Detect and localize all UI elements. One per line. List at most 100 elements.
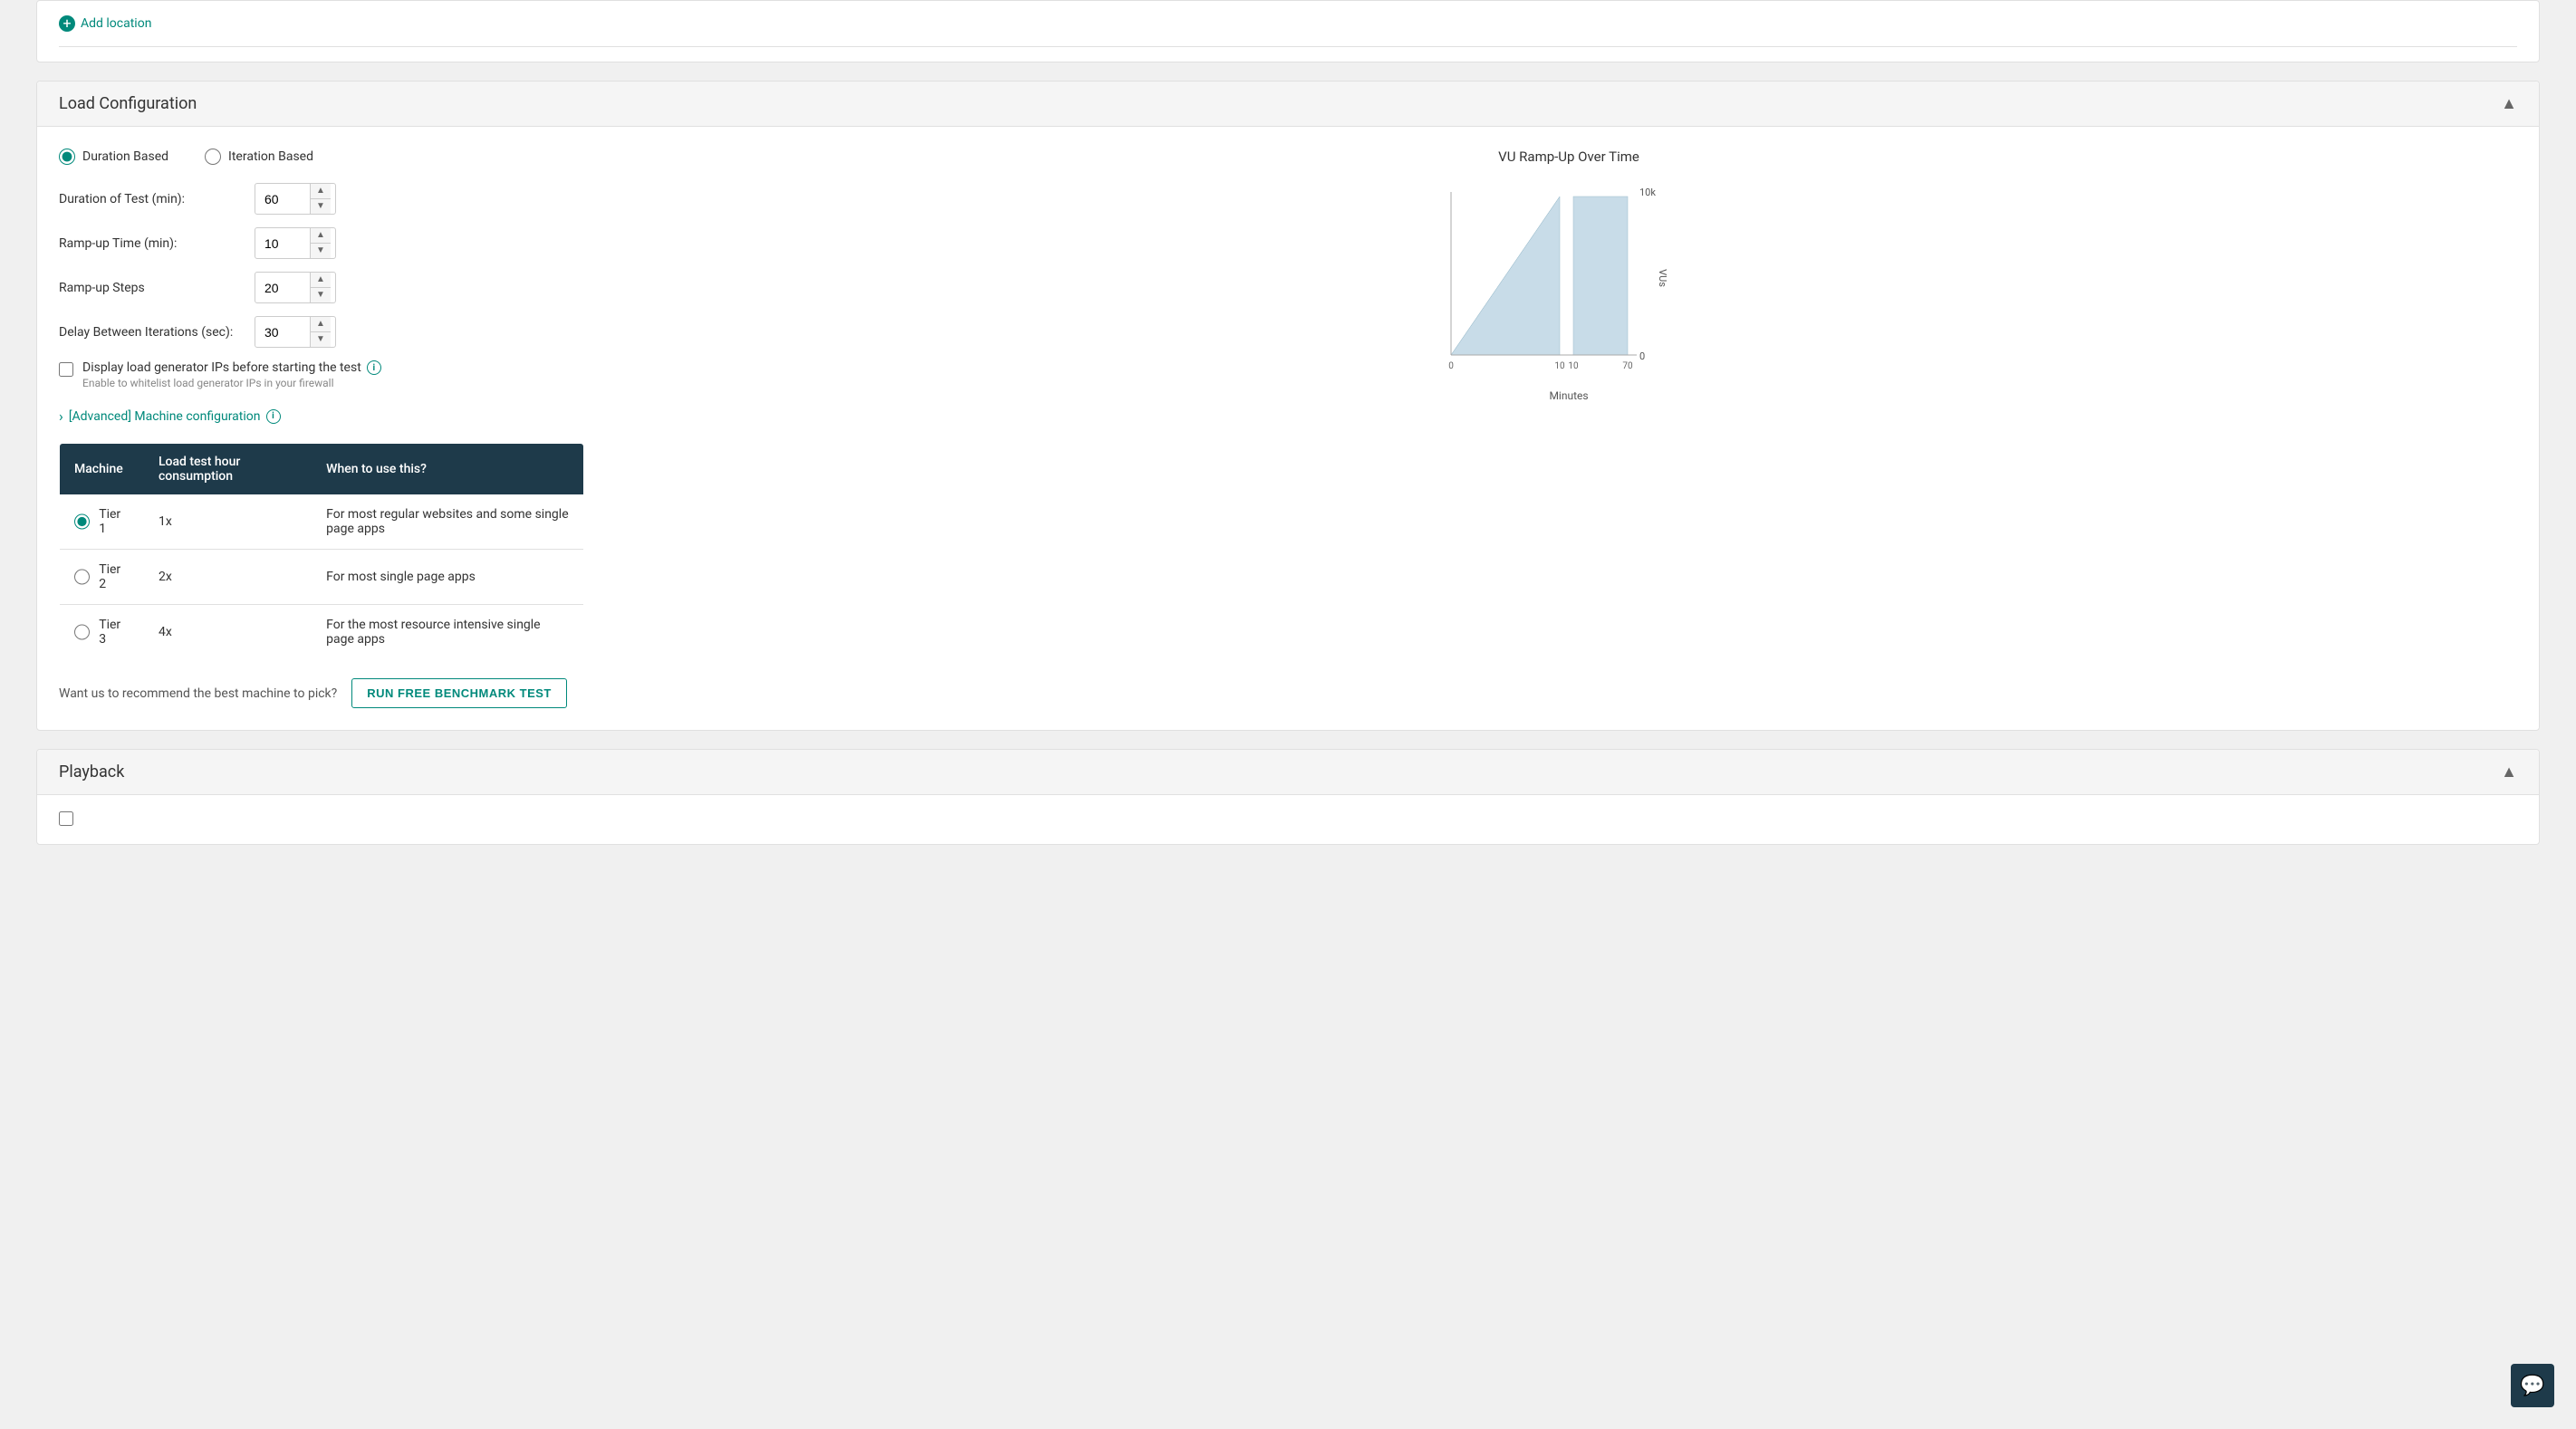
ip-display-checkbox[interactable] xyxy=(59,362,73,377)
duration-up-btn[interactable]: ▲ xyxy=(311,184,331,199)
chat-icon: 💬 xyxy=(2520,1375,2544,1397)
duration-based-radio-label[interactable]: Duration Based xyxy=(59,149,168,165)
add-location-label: Add location xyxy=(81,16,151,31)
tier-2-consumption: 2x xyxy=(144,550,312,605)
rampup-steps-row: Ramp-up Steps ▲ ▼ xyxy=(59,272,584,303)
plus-icon: + xyxy=(59,15,75,32)
col-when-to-use: When to use this? xyxy=(312,444,583,495)
iteration-based-radio-label[interactable]: Iteration Based xyxy=(205,149,313,165)
run-benchmark-button[interactable]: RUN FREE BENCHMARK TEST xyxy=(351,678,567,708)
tier-3-name: Tier 3 xyxy=(99,618,130,647)
delay-row: Delay Between Iterations (sec): ▲ ▼ xyxy=(59,316,584,348)
chevron-right-icon: › xyxy=(59,408,63,425)
advanced-machine-config-link[interactable]: › [Advanced] Machine configuration i xyxy=(59,408,584,425)
iteration-based-label: Iteration Based xyxy=(228,149,313,164)
advanced-link-label: [Advanced] Machine configuration xyxy=(69,409,261,424)
rampup-steps-spinner-buttons: ▲ ▼ xyxy=(310,273,331,302)
table-row: Tier 3 4xFor the most resource intensive … xyxy=(60,605,584,660)
rampup-time-up-btn[interactable]: ▲ xyxy=(311,228,331,244)
tier-2-radio[interactable] xyxy=(74,569,90,585)
iteration-based-radio[interactable] xyxy=(205,149,221,165)
svg-text:0: 0 xyxy=(1639,350,1645,362)
add-location-link[interactable]: + Add location xyxy=(59,15,2517,32)
playback-collapse-icon[interactable]: ▲ xyxy=(2501,762,2517,782)
tier-2-name: Tier 2 xyxy=(99,562,130,591)
radio-group: Duration Based Iteration Based xyxy=(59,149,584,165)
load-config-body: Duration Based Iteration Based Duration … xyxy=(37,127,2539,730)
checkbox-sub-label: Enable to whitelist load generator IPs i… xyxy=(82,377,381,389)
tier-3-cell: Tier 3 xyxy=(60,605,144,660)
svg-text:10k: 10k xyxy=(1639,187,1656,198)
rampup-steps-input[interactable] xyxy=(255,275,310,301)
svg-text:VUs: VUs xyxy=(1657,269,1668,287)
duration-label: Duration of Test (min): xyxy=(59,192,240,206)
page-wrapper: + Add location Load Configuration ▲ Dura… xyxy=(0,0,2576,1429)
duration-down-btn[interactable]: ▼ xyxy=(311,199,331,214)
benchmark-text: Want us to recommend the best machine to… xyxy=(59,686,337,701)
tier-2-radio-wrapper: Tier 2 xyxy=(74,562,130,591)
load-config-card: Load Configuration ▲ Duration Based Iter… xyxy=(36,81,2540,731)
tier-1-name: Tier 1 xyxy=(99,507,130,536)
chart-row: 10k 0 xyxy=(1424,183,1714,382)
tier-1-description: For most regular websites and some singl… xyxy=(312,494,583,550)
checkbox-label-text: Display load generator IPs before starti… xyxy=(82,360,361,375)
top-card: + Add location xyxy=(36,0,2540,62)
delay-spinner-buttons: ▲ ▼ xyxy=(310,317,331,347)
table-header-row: Machine Load test hour consumption When … xyxy=(60,444,584,495)
svg-text:0: 0 xyxy=(1448,361,1454,371)
playback-body xyxy=(37,795,2539,844)
duration-based-radio[interactable] xyxy=(59,149,75,165)
tier-1-radio[interactable] xyxy=(74,513,90,530)
checkbox-text-block: Display load generator IPs before starti… xyxy=(82,360,381,389)
svg-text:10: 10 xyxy=(1568,361,1579,371)
duration-row: Duration of Test (min): ▲ ▼ xyxy=(59,183,584,215)
chart-svg: 10k 0 xyxy=(1424,183,1714,382)
rampup-time-spinner-buttons: ▲ ▼ xyxy=(310,228,331,258)
chat-fab-button[interactable]: 💬 xyxy=(2511,1364,2554,1407)
tier-1-cell: Tier 1 xyxy=(60,494,144,550)
col-machine: Machine xyxy=(60,444,144,495)
chart-x-label: Minutes xyxy=(1549,389,1588,402)
load-config-collapse-icon[interactable]: ▲ xyxy=(2501,94,2517,113)
table-row: Tier 1 1xFor most regular websites and so… xyxy=(60,494,584,550)
bar-chart-shape xyxy=(1573,197,1628,355)
checkbox-main-label: Display load generator IPs before starti… xyxy=(82,360,381,375)
duration-input[interactable] xyxy=(255,187,310,212)
divider-line xyxy=(59,46,2517,47)
rampup-time-label: Ramp-up Time (min): xyxy=(59,236,240,251)
delay-down-btn[interactable]: ▼ xyxy=(311,332,331,347)
rampup-time-spinner[interactable]: ▲ ▼ xyxy=(255,227,336,259)
delay-input[interactable] xyxy=(255,320,310,345)
rampup-time-input[interactable] xyxy=(255,231,310,256)
tier-3-description: For the most resource intensive single p… xyxy=(312,605,583,660)
tier-3-radio[interactable] xyxy=(74,624,90,640)
rampup-time-down-btn[interactable]: ▼ xyxy=(311,244,331,258)
duration-based-label: Duration Based xyxy=(82,149,168,164)
svg-text:10: 10 xyxy=(1554,361,1565,371)
duration-spinner[interactable]: ▲ ▼ xyxy=(255,183,336,215)
tier-1-consumption: 1x xyxy=(144,494,312,550)
playback-title: Playback xyxy=(59,762,124,782)
load-config-header: Load Configuration ▲ xyxy=(37,82,2539,127)
benchmark-row: Want us to recommend the best machine to… xyxy=(59,678,584,708)
rampup-steps-spinner[interactable]: ▲ ▼ xyxy=(255,272,336,303)
playback-checkbox[interactable] xyxy=(59,811,73,826)
tier-3-radio-wrapper: Tier 3 xyxy=(74,618,130,647)
left-panel: Duration Based Iteration Based Duration … xyxy=(59,149,584,708)
rampup-steps-down-btn[interactable]: ▼ xyxy=(311,288,331,302)
machine-table: Machine Load test hour consumption When … xyxy=(59,443,584,660)
chart-svg-wrapper: 10k 0 xyxy=(1424,183,1714,402)
duration-spinner-buttons: ▲ ▼ xyxy=(310,184,331,214)
delay-up-btn[interactable]: ▲ xyxy=(311,317,331,332)
tier-3-consumption: 4x xyxy=(144,605,312,660)
col-consumption: Load test hour consumption xyxy=(144,444,312,495)
playback-header: Playback ▲ xyxy=(37,750,2539,795)
ip-display-checkbox-row: Display load generator IPs before starti… xyxy=(59,360,584,389)
advanced-info-icon[interactable]: i xyxy=(266,409,281,424)
checkbox-info-icon[interactable]: i xyxy=(367,360,381,375)
rampup-time-row: Ramp-up Time (min): ▲ ▼ xyxy=(59,227,584,259)
rampup-steps-up-btn[interactable]: ▲ xyxy=(311,273,331,288)
delay-spinner[interactable]: ▲ ▼ xyxy=(255,316,336,348)
tier-2-description: For most single page apps xyxy=(312,550,583,605)
delay-label: Delay Between Iterations (sec): xyxy=(59,325,240,340)
